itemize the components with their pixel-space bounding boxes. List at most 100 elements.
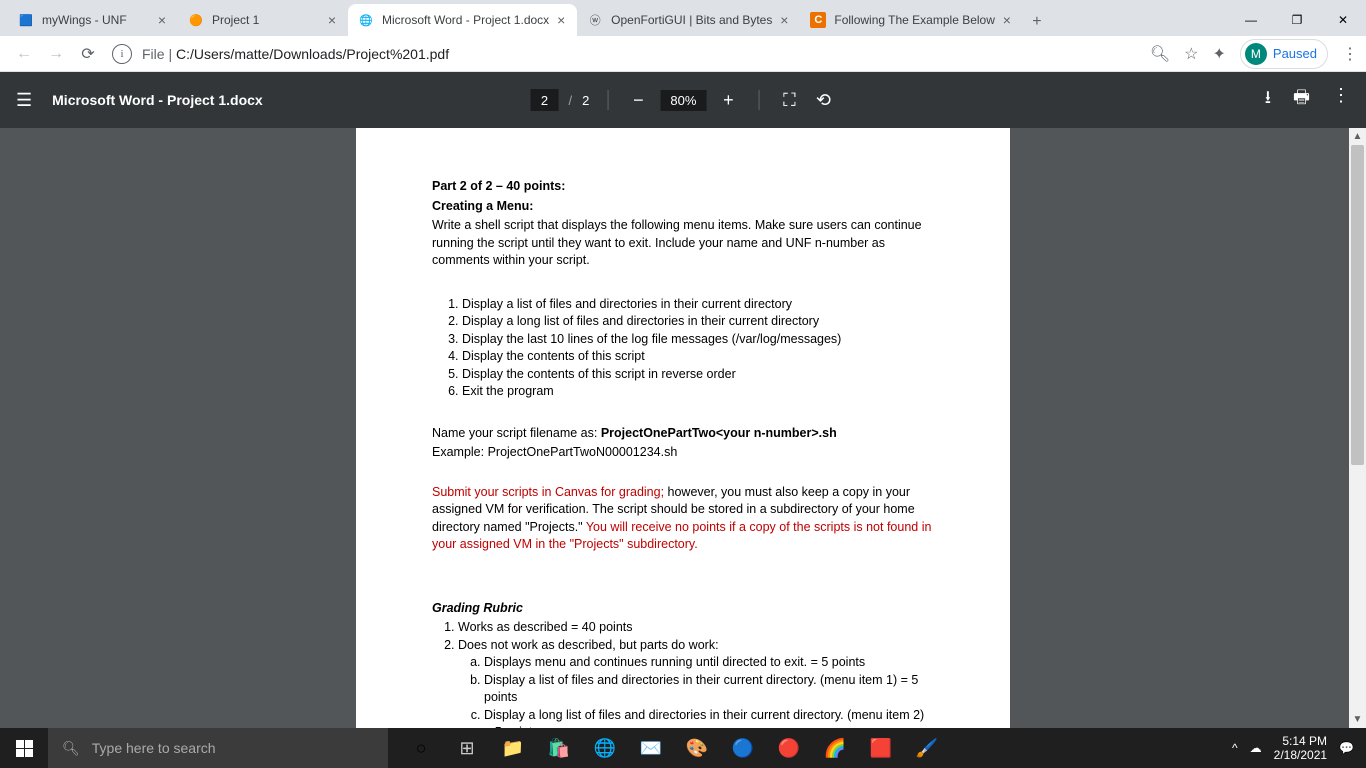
onedrive-icon[interactable]: ☁ [1250,741,1262,755]
windows-taskbar: 🔍︎ Type here to search ○ ⊞ 📁 🛍️ 🌐 ✉️ 🎨 🔵… [0,728,1366,768]
page-total: 2 [582,93,589,108]
more-icon[interactable]: ⋮ [1332,85,1350,115]
url-text: File | C:/Users/matte/Downloads/Project%… [142,46,449,62]
download-icon[interactable]: ⭳ [1265,85,1271,115]
close-icon[interactable]: × [154,12,170,28]
cortana-icon[interactable]: ○ [398,728,444,768]
intro-text: Write a shell script that displays the f… [432,217,934,270]
favicon-canvas: 🟠 [188,12,204,28]
fit-page-icon[interactable]: ⛶ [777,90,801,111]
tab-openfortigui[interactable]: ⓦ OpenFortiGUI | Bits and Bytes × [577,4,800,36]
scrollbar[interactable]: ▲ ▼ [1349,128,1366,728]
search-placeholder: Type here to search [92,740,216,756]
app-icon[interactable]: 🟥 [858,728,904,768]
back-button[interactable]: ← [8,38,40,70]
rubric-title: Grading Rubric [432,600,934,618]
tab-title: myWings - UNF [42,13,150,27]
list-item: Display the contents of this script [462,348,934,366]
edge-icon[interactable]: 🌐 [582,728,628,768]
tab-title: OpenFortiGUI | Bits and Bytes [611,13,772,27]
browser-tab-bar: 🟦 myWings - UNF × 🟠 Project 1 × 🌐 Micros… [0,0,1366,36]
list-item: Works as described = 40 points [458,619,934,637]
list-item: Display a long list of files and directo… [484,707,934,729]
list-item: Exit the program [462,383,934,401]
favicon-pdf: 🌐 [358,12,374,28]
search-icon[interactable]: 🔍︎ [1150,44,1170,64]
tab-chegg[interactable]: C Following The Example Below × [800,4,1023,36]
favicon-unf: 🟦 [18,12,34,28]
app-icon[interactable]: 🔵 [720,728,766,768]
list-item: Display a list of files and directories … [484,672,934,707]
taskbar-search[interactable]: 🔍︎ Type here to search [48,728,388,768]
print-icon[interactable]: 🖶 [1293,85,1310,115]
menu-icon[interactable]: ⋮ [1342,44,1358,64]
info-icon[interactable]: i [112,44,132,64]
list-item: Displays menu and continues running unti… [484,654,934,672]
chrome-icon[interactable]: 🌈 [812,728,858,768]
reload-button[interactable]: ⟳ [72,38,104,70]
microsoft-store-icon[interactable]: 🛍️ [536,728,582,768]
close-icon[interactable]: × [553,12,569,28]
zoom-in-button[interactable]: + [716,90,740,111]
file-explorer-icon[interactable]: 📁 [490,728,536,768]
grading-rubric: Grading Rubric Works as described = 40 p… [432,600,934,729]
profile-label: Paused [1273,46,1317,61]
mail-icon[interactable]: ✉️ [628,728,674,768]
time: 5:14 PM [1274,734,1327,748]
example-line: Example: ProjectOnePartTwoN00001234.sh [432,444,934,462]
scroll-up-icon[interactable]: ▲ [1349,128,1366,145]
list-item: Display a long list of files and directo… [462,313,934,331]
profile-chip[interactable]: M Paused [1240,39,1328,69]
clock[interactable]: 5:14 PM 2/18/2021 [1274,734,1327,763]
search-icon: 🔍︎ [62,740,80,757]
pdf-page-controls: / 2 − 80% + ⛶ ⟲ [531,89,836,111]
toolbar-right: 🔍︎ ☆ ✦ M Paused ⋮ [1150,39,1358,69]
tab-title: Following The Example Below [834,13,995,27]
app-icon[interactable]: 🔴 [766,728,812,768]
pdf-toolbar: ☰ Microsoft Word - Project 1.docx / 2 − … [0,72,1366,128]
filename-line: Name your script filename as: ProjectOne… [432,425,934,443]
window-controls: ― ❐ ✕ [1228,4,1366,36]
list-item: Display the last 10 lines of the log fil… [462,331,934,349]
extensions-icon[interactable]: ✦ [1213,44,1226,64]
scrollbar-thumb[interactable] [1351,145,1364,465]
pdf-viewport[interactable]: Part 2 of 2 – 40 points: Creating a Menu… [0,128,1366,728]
tab-title: Project 1 [212,13,320,27]
app-icon[interactable]: 🖌️ [904,728,950,768]
tab-pdf-active[interactable]: 🌐 Microsoft Word - Project 1.docx × [348,4,577,36]
separator [607,90,608,110]
date: 2/18/2021 [1274,748,1327,762]
page-separator: / [569,93,573,108]
url-bar[interactable]: i File | C:/Users/matte/Downloads/Projec… [112,40,1142,68]
new-tab-button[interactable]: + [1023,8,1051,36]
scroll-down-icon[interactable]: ▼ [1349,711,1366,728]
app-icon[interactable]: 🎨 [674,728,720,768]
minimize-button[interactable]: ― [1228,4,1274,36]
notifications-icon[interactable]: 💬 [1339,741,1354,755]
rotate-icon[interactable]: ⟲ [811,90,835,111]
system-tray: ^ ☁ 5:14 PM 2/18/2021 💬 [1232,734,1366,763]
tab-mywings[interactable]: 🟦 myWings - UNF × [8,4,178,36]
maximize-button[interactable]: ❐ [1274,4,1320,36]
hamburger-icon[interactable]: ☰ [16,90,32,111]
close-window-button[interactable]: ✕ [1320,4,1366,36]
page-number-input[interactable] [531,89,559,111]
pdf-document-title: Microsoft Word - Project 1.docx [52,92,263,108]
close-icon[interactable]: × [324,12,340,28]
list-item: Display a list of files and directories … [462,296,934,314]
zoom-out-button[interactable]: − [626,90,650,111]
tray-chevron-icon[interactable]: ^ [1232,741,1238,755]
heading-part: Part 2 of 2 – 40 points: [432,178,934,196]
zoom-level: 80% [660,90,706,111]
favicon-wordpress: ⓦ [587,12,603,28]
pdf-page: Part 2 of 2 – 40 points: Creating a Menu… [356,128,1010,728]
submit-paragraph: Submit your scripts in Canvas for gradin… [432,484,934,554]
list-item: Does not work as described, but parts do… [458,637,934,729]
close-icon[interactable]: × [999,12,1015,28]
tab-project1[interactable]: 🟠 Project 1 × [178,4,348,36]
task-view-icon[interactable]: ⊞ [444,728,490,768]
forward-button[interactable]: → [40,38,72,70]
bookmark-icon[interactable]: ☆ [1184,44,1198,64]
start-button[interactable] [0,728,48,768]
close-icon[interactable]: × [776,12,792,28]
